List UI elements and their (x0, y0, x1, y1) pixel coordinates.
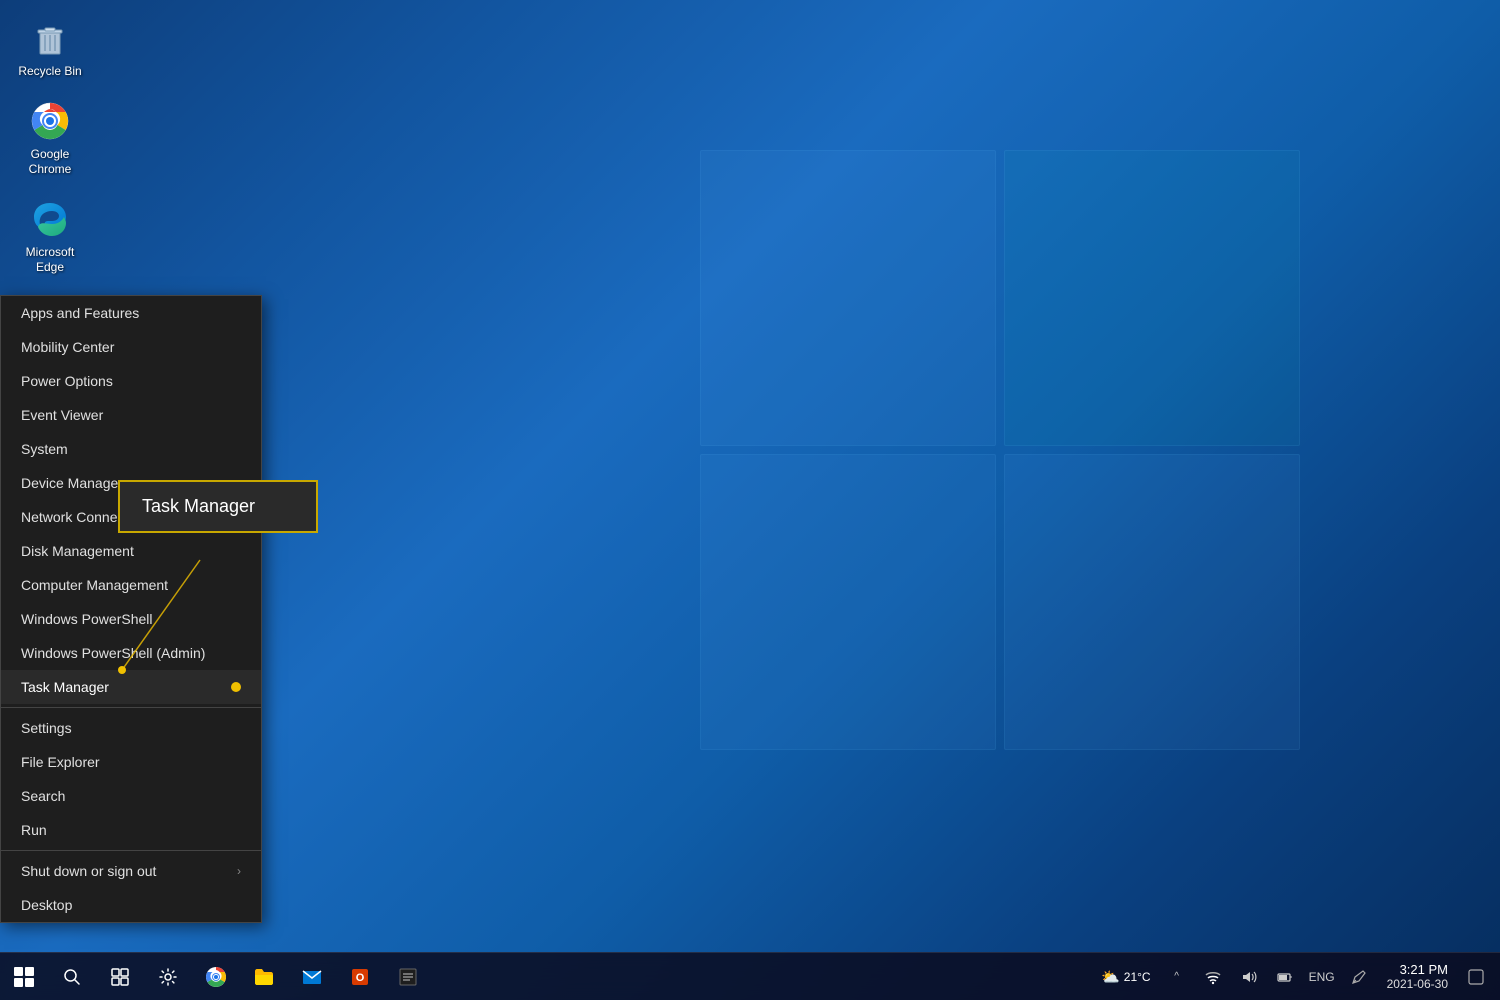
svg-text:O: O (356, 972, 365, 984)
language-text: ENG (1309, 970, 1335, 984)
taskbar-task-view-button[interactable] (96, 953, 144, 1000)
google-chrome-icon[interactable]: Google Chrome (10, 93, 90, 181)
taskbar-expand-tray-button[interactable]: ^ (1161, 957, 1193, 997)
taskbar-chrome-button[interactable] (192, 953, 240, 1000)
notes-icon (398, 967, 418, 987)
menu-divider-2 (1, 850, 261, 851)
time-display: 3:21 PM (1400, 962, 1448, 977)
context-menu: Apps and Features Mobility Center Power … (0, 295, 262, 923)
menu-item-shut-down[interactable]: Shut down or sign out › (1, 854, 261, 888)
menu-item-run[interactable]: Run (1, 813, 261, 847)
win-pane-bl (700, 454, 996, 750)
menu-item-power-options[interactable]: Power Options (1, 364, 261, 398)
start-pane-bl (14, 978, 23, 987)
microsoft-edge-image (28, 196, 73, 241)
menu-item-search[interactable]: Search (1, 779, 261, 813)
taskbar: O ⛅ 21°C ^ (0, 952, 1500, 1000)
chrome-taskbar-icon (205, 966, 227, 988)
menu-item-system[interactable]: System (1, 432, 261, 466)
recycle-bin-label: Recycle Bin (18, 64, 81, 78)
taskbar-search-button[interactable] (48, 953, 96, 1000)
taskbar-clock[interactable]: 3:21 PM 2021-06-30 (1379, 962, 1456, 991)
recycle-bin-icon[interactable]: Recycle Bin (10, 10, 90, 83)
menu-item-windows-powershell-admin[interactable]: Windows PowerShell (Admin) (1, 636, 261, 670)
task-manager-indicator-dot (231, 682, 241, 692)
taskbar-weather-button[interactable]: ⛅ 21°C (1095, 957, 1157, 997)
start-icon (14, 967, 34, 987)
menu-item-apps-features[interactable]: Apps and Features (1, 296, 261, 330)
menu-item-file-explorer[interactable]: File Explorer (1, 745, 261, 779)
start-button[interactable] (0, 953, 48, 1000)
google-chrome-image (28, 98, 73, 143)
start-pane-tl (14, 967, 23, 976)
battery-icon (1277, 969, 1293, 985)
menu-item-settings[interactable]: Settings (1, 711, 261, 745)
search-icon (63, 968, 81, 986)
taskbar-battery-button[interactable] (1269, 957, 1301, 997)
file-explorer-icon (254, 967, 274, 987)
recycle-bin-image (28, 15, 73, 60)
mail-icon (302, 967, 322, 987)
notification-icon (1468, 969, 1484, 985)
weather-icon: ⛅ (1101, 968, 1120, 986)
task-manager-tooltip: Task Manager (118, 480, 318, 533)
temperature-text: 21°C (1124, 970, 1151, 984)
taskbar-volume-button[interactable] (1233, 957, 1265, 997)
win-pane-tl (700, 150, 996, 446)
menu-item-computer-management[interactable]: Computer Management (1, 568, 261, 602)
taskbar-file-explorer-button[interactable] (240, 953, 288, 1000)
task-view-icon (111, 968, 129, 986)
menu-item-windows-powershell[interactable]: Windows PowerShell (1, 602, 261, 636)
desktop-icons-area: Recycle Bin Google Chrome (10, 10, 90, 279)
taskbar-office-button[interactable]: O (336, 953, 384, 1000)
expand-icon: ^ (1174, 971, 1179, 982)
taskbar-notes-button[interactable] (384, 953, 432, 1000)
menu-item-desktop[interactable]: Desktop (1, 888, 261, 922)
microsoft-edge-label: Microsoft Edge (15, 245, 85, 274)
taskbar-network-button[interactable] (1197, 957, 1229, 997)
start-pane-tr (25, 967, 34, 976)
network-icon (1205, 969, 1221, 985)
taskbar-notification-button[interactable] (1460, 957, 1492, 997)
google-chrome-label: Google Chrome (15, 147, 85, 176)
pen-icon (1351, 969, 1367, 985)
date-display: 2021-06-30 (1387, 977, 1448, 991)
taskbar-language-button[interactable]: ENG (1305, 957, 1339, 997)
taskbar-settings-button[interactable] (144, 953, 192, 1000)
menu-item-task-manager[interactable]: Task Manager (1, 670, 261, 704)
menu-item-disk-management[interactable]: Disk Management (1, 534, 261, 568)
microsoft-edge-icon[interactable]: Microsoft Edge (10, 191, 90, 279)
menu-item-event-viewer[interactable]: Event Viewer (1, 398, 261, 432)
start-pane-br (25, 978, 34, 987)
win-pane-br (1004, 454, 1300, 750)
desktop: Recycle Bin Google Chrome (0, 0, 1500, 1000)
office-icon: O (350, 967, 370, 987)
menu-divider-1 (1, 707, 261, 708)
taskbar-mail-button[interactable] (288, 953, 336, 1000)
volume-icon (1241, 969, 1257, 985)
taskbar-system-tray: ⛅ 21°C ^ (1095, 957, 1500, 997)
win-pane-tr (1004, 150, 1300, 446)
taskbar-pen-button[interactable] (1343, 957, 1375, 997)
menu-item-mobility-center[interactable]: Mobility Center (1, 330, 261, 364)
shut-down-arrow-icon: › (237, 864, 241, 878)
windows-logo-decoration (700, 150, 1300, 750)
settings-icon (159, 968, 177, 986)
